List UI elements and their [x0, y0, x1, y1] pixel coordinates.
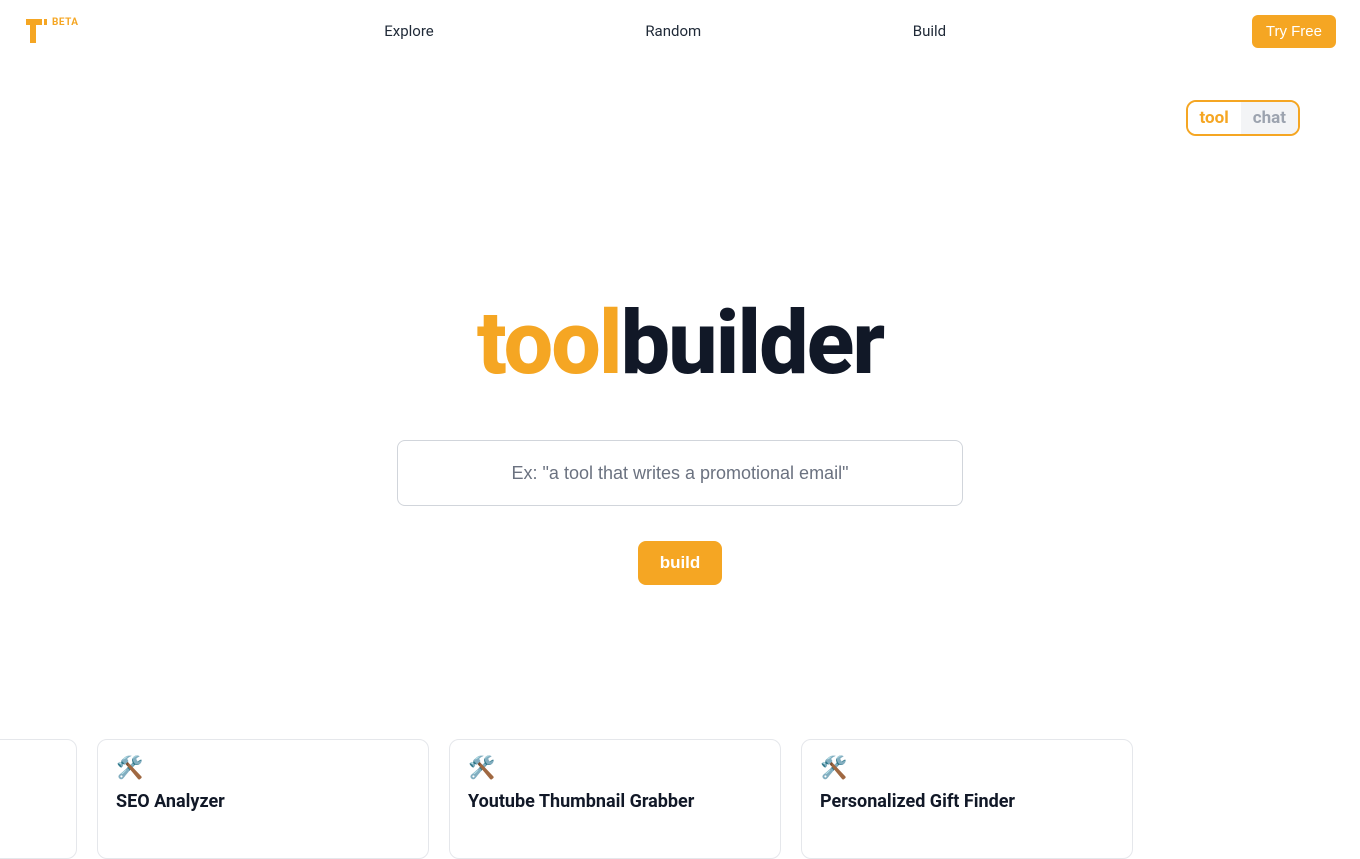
tool-cards-row: 🛠️ ost Generator 🛠️ SEO Analyzer 🛠️ Yout… — [0, 739, 1133, 859]
logo[interactable]: BETA — [24, 17, 79, 45]
hero-title-part1: tool — [477, 292, 621, 395]
main-nav: Explore Random Build — [79, 22, 1252, 40]
nav-explore[interactable]: Explore — [384, 22, 434, 40]
tool-card[interactable]: 🛠️ SEO Analyzer — [97, 739, 429, 859]
build-button[interactable]: build — [638, 541, 723, 585]
mode-toggle: tool chat — [1186, 100, 1300, 136]
tool-card-title: ost Generator — [0, 791, 58, 812]
tools-icon: 🛠️ — [468, 756, 762, 781]
tool-card[interactable]: 🛠️ Youtube Thumbnail Grabber — [449, 739, 781, 859]
beta-badge: BETA — [52, 17, 79, 28]
logo-icon — [24, 17, 48, 45]
tools-icon: 🛠️ — [0, 756, 58, 781]
try-free-button[interactable]: Try Free — [1252, 15, 1336, 48]
tool-card[interactable]: 🛠️ Personalized Gift Finder — [801, 739, 1133, 859]
nav-build[interactable]: Build — [913, 22, 946, 40]
prompt-input[interactable] — [397, 440, 963, 506]
hero-title: toolbuilder — [0, 300, 1360, 388]
tool-card-title: Personalized Gift Finder — [820, 791, 1114, 812]
hero-title-part2: builder — [621, 292, 884, 395]
tools-icon: 🛠️ — [820, 756, 1114, 781]
tool-card-title: SEO Analyzer — [116, 791, 410, 812]
tool-card-title: Youtube Thumbnail Grabber — [468, 791, 762, 812]
tool-card[interactable]: 🛠️ ost Generator — [0, 739, 77, 859]
header: BETA Explore Random Build Try Free — [0, 0, 1360, 62]
toggle-chat[interactable]: chat — [1241, 102, 1298, 134]
tools-icon: 🛠️ — [116, 756, 410, 781]
nav-random[interactable]: Random — [645, 22, 701, 40]
hero-section: toolbuilder build — [0, 300, 1360, 585]
toggle-tool[interactable]: tool — [1188, 102, 1241, 134]
